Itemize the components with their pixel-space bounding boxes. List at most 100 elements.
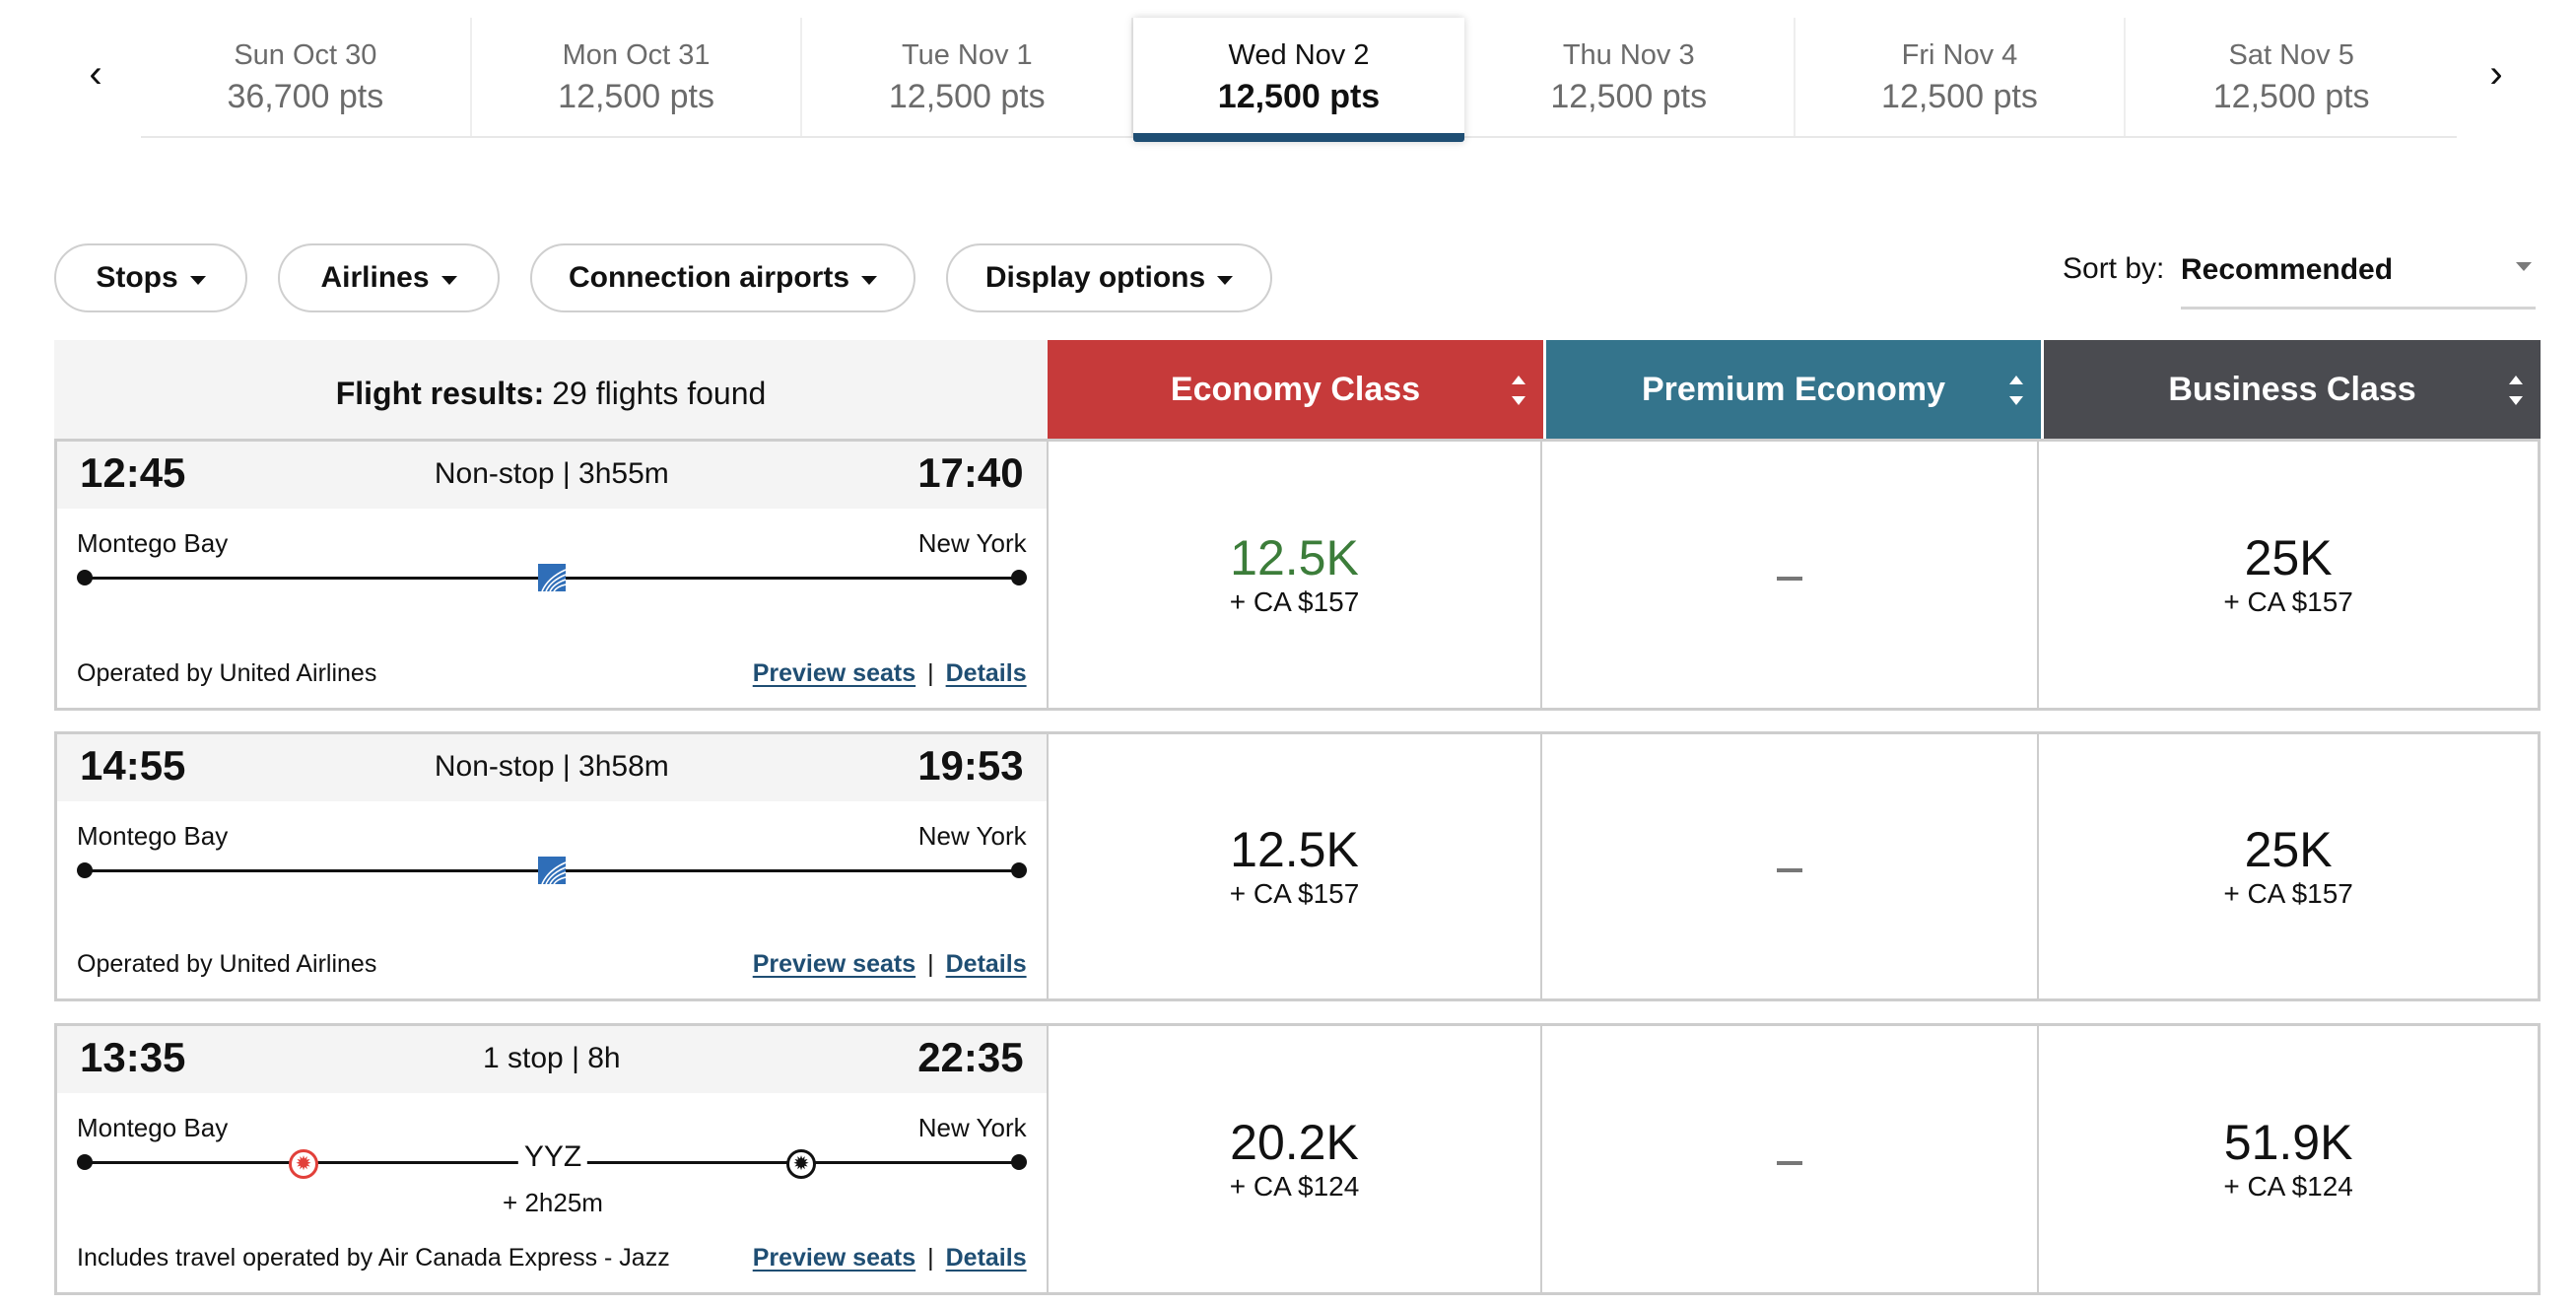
preview-seats-link[interactable]: Preview seats: [753, 950, 915, 979]
sort-arrows-icon: [2009, 376, 2025, 405]
caret-down-icon: [2516, 262, 2532, 271]
business-fare-points: 25K: [2244, 822, 2333, 877]
details-link[interactable]: Details: [946, 659, 1027, 688]
premium-economy-fare-cell: [1542, 442, 2040, 708]
date-tab-fri-nov-4[interactable]: Fri Nov 4 12,500 pts: [1796, 18, 2127, 136]
flight-results-summary: Flight results: 29 flights found: [54, 340, 1048, 439]
flight-time-bar: 13:35 1 stop | 8h 22:35: [57, 1026, 1047, 1093]
caret-down-icon: [441, 275, 457, 285]
caret-down-icon: [1217, 275, 1234, 285]
origin-city: Montego Bay: [77, 1113, 229, 1142]
date-tab-wed-nov-2-selected[interactable]: Wed Nov 2 12,500 pts: [1133, 18, 1464, 142]
business-fare-tax: + CA $124: [2223, 1171, 2353, 1202]
date-label: Wed Nov 2: [1228, 39, 1370, 71]
sort-by-select[interactable]: Recommended: [2181, 244, 2536, 310]
date-points: 12,500 pts: [1550, 78, 1708, 115]
business-class-column-header[interactable]: Business Class: [2041, 340, 2541, 439]
arrival-time: 17:40: [917, 449, 1024, 496]
date-points: 12,500 pts: [1217, 78, 1381, 115]
chevron-left-icon: ‹: [89, 52, 102, 96]
arrival-time: 19:53: [917, 742, 1024, 789]
preview-seats-link[interactable]: Preview seats: [753, 659, 915, 688]
operated-by-text: Includes travel operated by Air Canada E…: [77, 1244, 670, 1272]
flight-itinerary: 12:45 Non-stop | 3h55m 17:40 Montego Bay…: [57, 442, 1049, 708]
business-class-label: Business Class: [2168, 370, 2416, 408]
preview-seats-link[interactable]: Preview seats: [753, 1244, 915, 1273]
economy-fare-points: 20.2K: [1230, 1115, 1359, 1170]
date-tab-tue-nov-1[interactable]: Tue Nov 1 12,500 pts: [802, 18, 1134, 136]
date-label: Sat Nov 5: [2228, 39, 2354, 71]
stops-filter-label: Stops: [96, 261, 178, 294]
flight-time-bar: 12:45 Non-stop | 3h55m 17:40: [57, 442, 1047, 509]
date-points: 12,500 pts: [888, 78, 1046, 115]
date-tab-sat-nov-5[interactable]: Sat Nov 5 12,500 pts: [2126, 18, 2457, 136]
sort-arrows-icon: [2509, 376, 2525, 405]
business-fare-cell[interactable]: 25K + CA $157: [2039, 442, 2538, 708]
caret-down-icon: [861, 275, 877, 285]
stops-filter-button[interactable]: Stops: [54, 243, 247, 312]
link-separator: |: [927, 1244, 934, 1272]
stops-duration: Non-stop | 3h55m: [434, 457, 669, 490]
premium-economy-column-header[interactable]: Premium Economy: [1543, 340, 2041, 439]
economy-fare-points: 12.5K: [1230, 822, 1359, 877]
business-fare-tax: + CA $157: [2223, 878, 2353, 909]
united-airlines-logo-icon: [538, 857, 566, 884]
flight-time-bar: 14:55 Non-stop | 3h58m 19:53: [57, 734, 1047, 801]
economy-fare-tax: + CA $157: [1229, 586, 1360, 617]
date-tab-thu-nov-3[interactable]: Thu Nov 3 12,500 pts: [1464, 18, 1796, 136]
economy-fare-cell[interactable]: 12.5K + CA $157: [1049, 734, 1543, 998]
unavailable-dash: [1777, 868, 1803, 872]
details-link[interactable]: Details: [946, 950, 1027, 979]
display-options-button[interactable]: Display options: [946, 243, 1272, 312]
date-tab-sun-oct-30[interactable]: Sun Oct 30 36,700 pts: [141, 18, 472, 136]
display-options-label: Display options: [984, 261, 1206, 294]
business-fare-points: 51.9K: [2223, 1115, 2353, 1170]
business-fare-cell[interactable]: 51.9K + CA $124: [2039, 1026, 2538, 1292]
date-points: 12,500 pts: [1881, 78, 2038, 115]
caret-down-icon: [189, 275, 206, 285]
premium-economy-fare-cell: [1542, 734, 2040, 998]
connection-airport-code: YYZ: [517, 1140, 588, 1174]
link-separator: |: [927, 659, 934, 687]
results-table-header: Flight results: 29 flights found Economy…: [54, 340, 2541, 439]
next-dates-button[interactable]: ›: [2476, 49, 2516, 99]
economy-fare-cell[interactable]: 20.2K + CA $124: [1049, 1026, 1543, 1292]
operated-by-text: Operated by United Airlines: [77, 950, 377, 978]
economy-fare-tax: + CA $157: [1229, 878, 1360, 909]
flight-links: Preview seats | Details: [753, 659, 1027, 688]
date-label: Sun Oct 30: [234, 39, 377, 71]
arrival-time: 22:35: [917, 1034, 1024, 1080]
date-tab-mon-oct-31[interactable]: Mon Oct 31 12,500 pts: [472, 18, 803, 136]
economy-fare-points: 12.5K: [1230, 530, 1359, 585]
chevron-right-icon: ›: [2489, 52, 2503, 96]
premium-economy-label: Premium Economy: [1642, 370, 1945, 408]
destination-dot: [1010, 1154, 1027, 1170]
layover-duration: + 2h25m: [503, 1188, 603, 1217]
business-fare-points: 25K: [2244, 530, 2333, 585]
origin-city: Montego Bay: [77, 821, 229, 851]
flight-row: 12:45 Non-stop | 3h55m 17:40 Montego Bay…: [54, 439, 2541, 711]
air-canada-logo-icon: ✹: [289, 1149, 318, 1179]
airlines-filter-label: Airlines: [320, 261, 430, 294]
economy-fare-cell[interactable]: 12.5K + CA $157: [1049, 442, 1543, 708]
date-points: 12,500 pts: [558, 78, 714, 115]
flight-results-count: 29 flights found: [552, 375, 767, 411]
flight-links: Preview seats | Details: [753, 1244, 1027, 1273]
economy-class-label: Economy Class: [1170, 370, 1421, 408]
stops-duration: 1 stop | 8h: [483, 1042, 621, 1074]
flight-row: 13:35 1 stop | 8h 22:35 Montego Bay New …: [54, 1023, 2541, 1295]
connection-airports-filter-button[interactable]: Connection airports: [530, 243, 915, 312]
details-link[interactable]: Details: [946, 1244, 1027, 1273]
flight-results-title: Flight results:: [335, 375, 545, 411]
economy-class-column-header[interactable]: Economy Class: [1048, 340, 1543, 439]
business-fare-cell[interactable]: 25K + CA $157: [2039, 734, 2538, 998]
destination-city: New York: [917, 528, 1027, 558]
previous-dates-button[interactable]: ‹: [76, 49, 115, 99]
premium-economy-fare-cell: [1542, 1026, 2040, 1292]
flight-itinerary: 14:55 Non-stop | 3h58m 19:53 Montego Bay…: [57, 734, 1049, 998]
destination-city: New York: [917, 821, 1027, 851]
origin-city: Montego Bay: [77, 528, 229, 558]
airlines-filter-button[interactable]: Airlines: [278, 243, 500, 312]
origin-dot: [77, 1154, 93, 1170]
date-label: Thu Nov 3: [1562, 39, 1695, 71]
